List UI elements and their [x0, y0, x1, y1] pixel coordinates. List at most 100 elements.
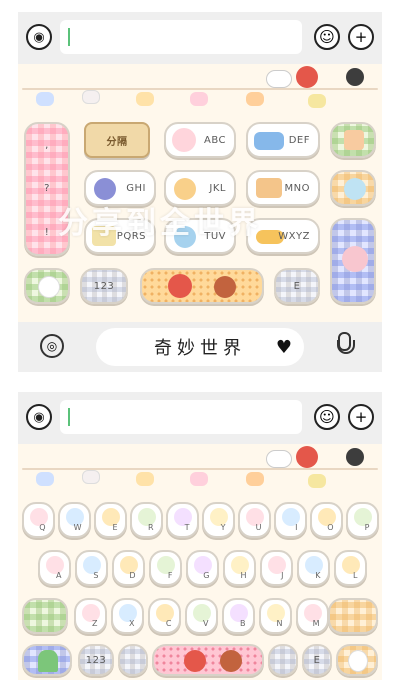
punct-comma[interactable]: ,	[45, 140, 49, 151]
punct-exclamation[interactable]: !	[45, 227, 50, 238]
space-key-decor[interactable]	[152, 644, 264, 676]
lock-icon[interactable]	[346, 448, 364, 466]
key-s[interactable]: S	[75, 550, 108, 586]
number-key[interactable]: 123	[78, 644, 114, 676]
key-letter: P	[364, 523, 370, 532]
key-q[interactable]: Q	[22, 502, 55, 538]
shift-key[interactable]	[22, 598, 68, 634]
key-letter: M	[312, 619, 320, 628]
key-d[interactable]: D	[112, 550, 145, 586]
key-letter: Y	[220, 523, 226, 532]
space-bar[interactable]: 奇妙世界 ♥	[96, 328, 304, 366]
key-z[interactable]: Z	[74, 598, 107, 634]
smiley-icon[interactable]: ☺	[314, 404, 340, 430]
lang-key[interactable]: E	[302, 644, 332, 676]
microphone-icon[interactable]	[336, 332, 355, 360]
keyboard-area: Q W E R T Y U I O P A S D F G H J K L Z X C V B N M 123 E	[18, 444, 382, 680]
watermark-overlay: 分享到全世界	[58, 206, 262, 241]
sticker-icon	[82, 470, 100, 484]
key-b[interactable]: B	[222, 598, 255, 634]
car-sticker-icon	[254, 132, 284, 150]
input-bar: ◉ ☺ +	[18, 12, 382, 62]
enter-key[interactable]	[336, 644, 378, 676]
tomato-sticker-icon	[168, 274, 192, 298]
key-a[interactable]: A	[38, 550, 71, 586]
sticker-icon	[136, 472, 154, 486]
sticker-icon	[308, 474, 326, 488]
sticker-icon	[82, 90, 100, 104]
key-v[interactable]: V	[185, 598, 218, 634]
lock-icon[interactable]	[346, 68, 364, 86]
heart-icon[interactable]: ♥	[276, 337, 292, 358]
reenter-key[interactable]	[330, 170, 376, 206]
sticker-icon	[246, 472, 264, 486]
key-letter: V	[203, 619, 209, 628]
tomato-sticker-icon	[296, 66, 318, 88]
key-h[interactable]: H	[223, 550, 256, 586]
enter-key[interactable]	[330, 218, 376, 304]
key-letter: E	[112, 523, 118, 532]
sticker-icon	[246, 92, 264, 106]
key-letter: G	[203, 571, 210, 580]
key-letter: T	[184, 523, 190, 532]
bottom-bar: ◎ 奇妙世界 ♥	[18, 322, 382, 372]
key-letter: L	[353, 571, 358, 580]
lang-key[interactable]: E	[274, 268, 320, 304]
bunny-sticker-icon	[266, 70, 292, 88]
key-x[interactable]: X	[111, 598, 144, 634]
globe-icon[interactable]: ◎	[40, 334, 64, 358]
key-f[interactable]: F	[149, 550, 182, 586]
delete-key[interactable]	[330, 122, 376, 158]
key-r[interactable]: R	[130, 502, 163, 538]
key-u[interactable]: U	[238, 502, 271, 538]
text-input[interactable]	[60, 400, 302, 434]
key-i[interactable]: I	[274, 502, 307, 538]
space-key-decor[interactable]	[140, 268, 264, 304]
comma-key[interactable]	[118, 644, 148, 676]
symbol-key[interactable]	[24, 268, 70, 304]
key-t[interactable]: T	[166, 502, 199, 538]
bunny-sticker-icon	[266, 450, 292, 468]
key-letter: W	[73, 523, 82, 532]
key-j[interactable]: J	[260, 550, 293, 586]
delete-key[interactable]	[328, 598, 378, 634]
key-letter: O	[327, 523, 334, 532]
key-letter: J	[281, 571, 284, 580]
smiley-icon[interactable]: ☺	[314, 24, 340, 50]
pig-sticker-icon	[172, 128, 196, 152]
key-y[interactable]: Y	[202, 502, 235, 538]
mushroom-sticker-icon	[214, 276, 236, 298]
space-bar-label: 奇妙世界	[154, 338, 246, 359]
key-e[interactable]: E	[94, 502, 127, 538]
ghost-sticker-icon	[344, 178, 366, 200]
plus-icon[interactable]: +	[348, 404, 374, 430]
voice-wave-icon[interactable]: ◉	[26, 24, 52, 50]
key-g[interactable]: G	[186, 550, 219, 586]
punct-question[interactable]: ?	[44, 183, 50, 194]
plus-icon[interactable]: +	[348, 24, 374, 50]
voice-wave-icon[interactable]: ◉	[26, 404, 52, 430]
keyboard-area: , ? ! 分隔 ABC DEF GHI JKL MNO PQRS TUV WX…	[18, 64, 382, 322]
key-abc[interactable]: ABC	[164, 122, 236, 158]
key-o[interactable]: O	[310, 502, 343, 538]
key-def[interactable]: DEF	[246, 122, 320, 158]
bunny-sticker-icon	[348, 650, 368, 672]
key-letter: F	[167, 571, 173, 580]
symbol-key[interactable]	[22, 644, 72, 676]
key-letter: I	[295, 523, 298, 532]
key-c[interactable]: C	[148, 598, 181, 634]
key-l[interactable]: L	[334, 550, 367, 586]
number-key[interactable]: 123	[80, 268, 128, 304]
separator-key[interactable]: 分隔	[84, 122, 150, 158]
hearts-sticker-icon	[174, 178, 196, 200]
key-letter: N	[276, 619, 283, 628]
key-p[interactable]: P	[346, 502, 379, 538]
text-input[interactable]	[60, 20, 302, 54]
keyboard-top-border	[22, 468, 378, 470]
key-m[interactable]: M	[296, 598, 329, 634]
key-n[interactable]: N	[259, 598, 292, 634]
key-k[interactable]: K	[297, 550, 330, 586]
key-letter: B	[240, 619, 246, 628]
period-key[interactable]	[268, 644, 298, 676]
key-w[interactable]: W	[58, 502, 91, 538]
